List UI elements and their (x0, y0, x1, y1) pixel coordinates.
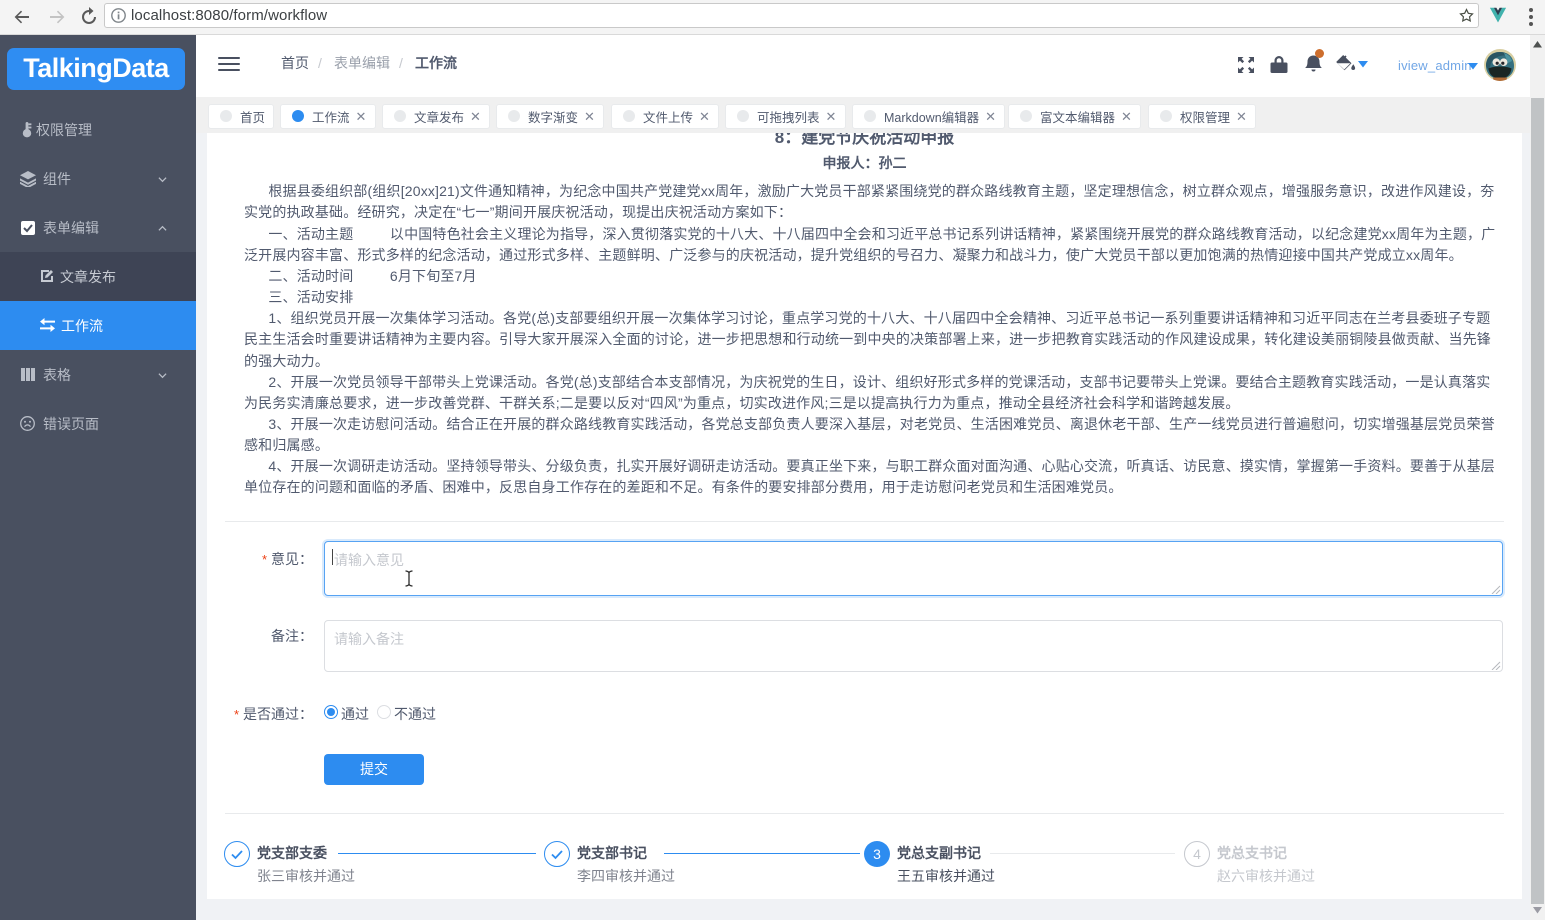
svg-text:3: 3 (873, 846, 881, 862)
svg-text:4: 4 (1193, 846, 1201, 862)
